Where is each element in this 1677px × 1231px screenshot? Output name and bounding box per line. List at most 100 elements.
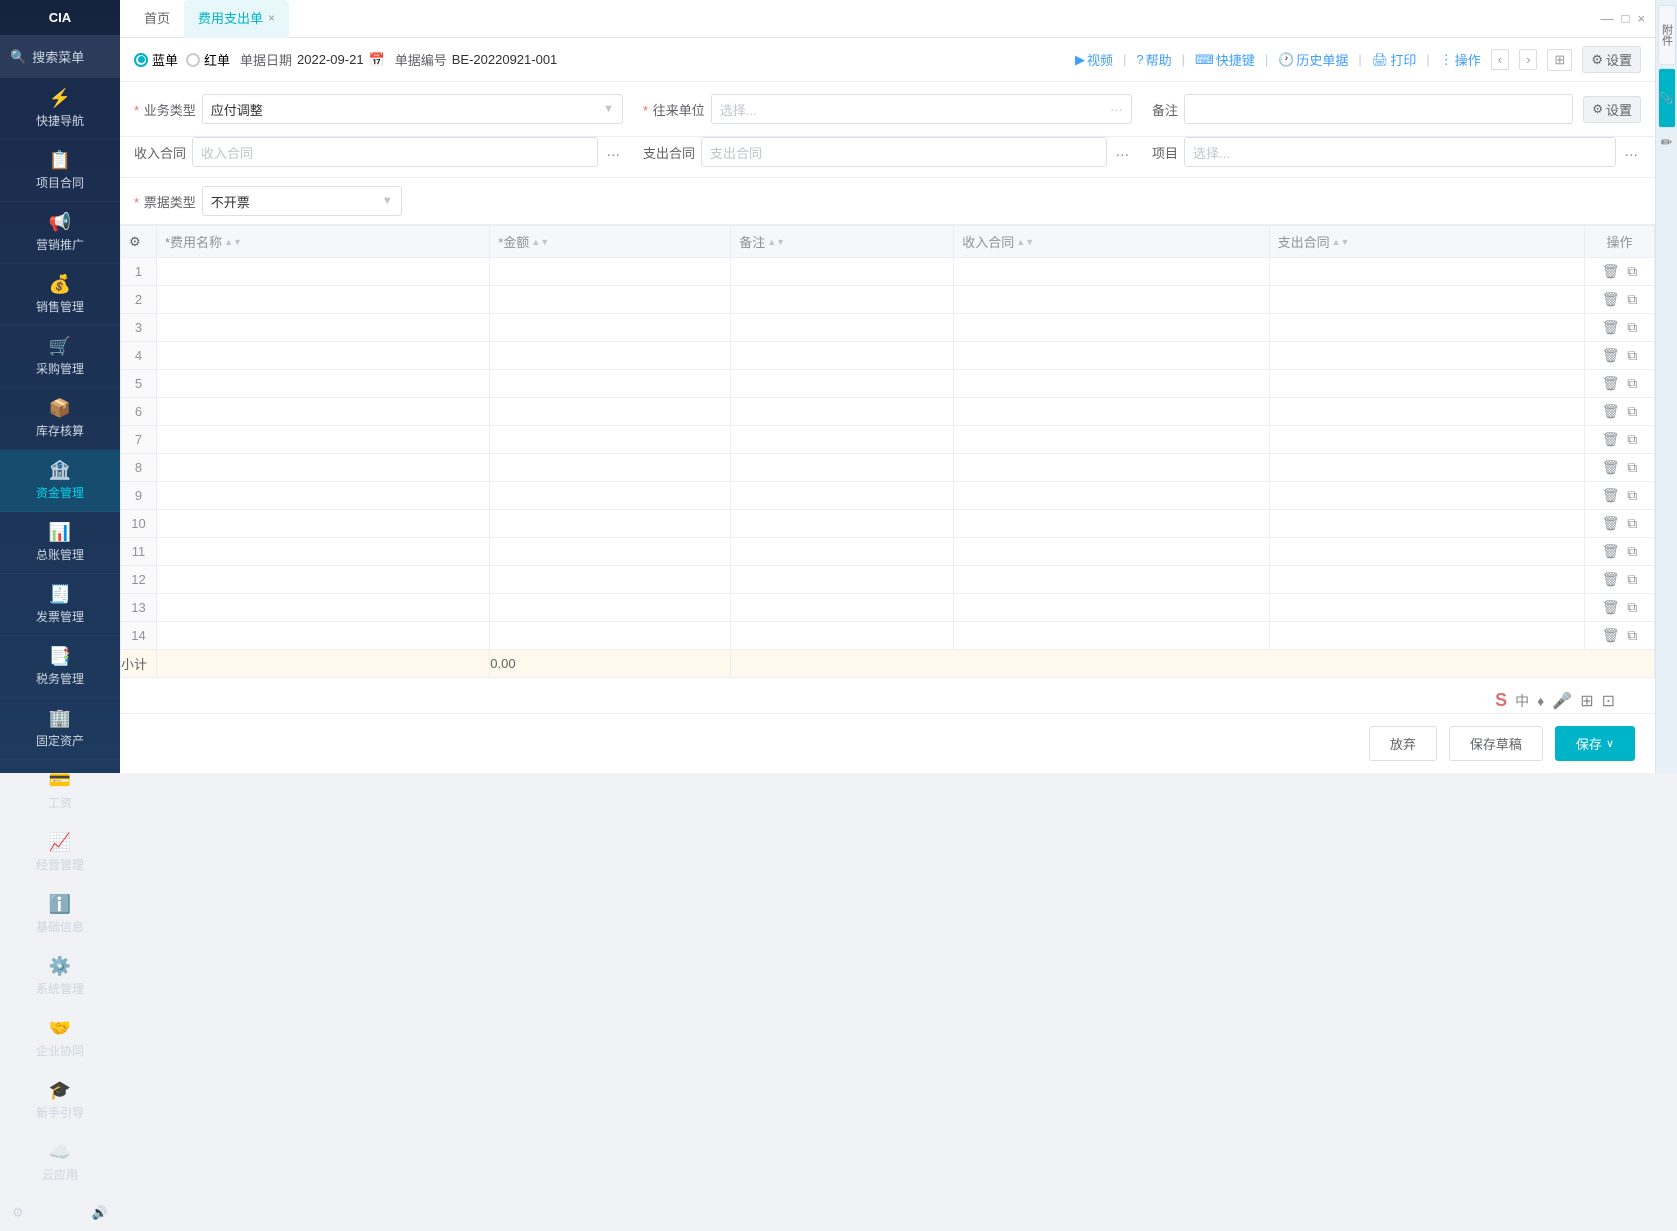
copy-row-button[interactable]: ⧉	[1625, 289, 1639, 310]
cell-remark[interactable]	[731, 258, 954, 286]
copy-row-button[interactable]: ⧉	[1625, 429, 1639, 450]
cell-amount[interactable]	[490, 510, 731, 538]
window-maximize-btn[interactable]: □	[1622, 11, 1630, 26]
copy-row-button[interactable]: ⧉	[1625, 373, 1639, 394]
cell-amount[interactable]	[490, 594, 731, 622]
cell-expense-contract[interactable]	[1269, 594, 1584, 622]
cell-expense-name[interactable]	[157, 286, 490, 314]
sidebar-item-sys-mgmt[interactable]: ⚙️ 系统管理	[0, 946, 120, 1008]
cell-income-contract[interactable]	[954, 594, 1269, 622]
sidebar-item-inventory[interactable]: 📦 库存核算	[0, 388, 120, 450]
th-income-contract[interactable]: 收入合同 ▲▼	[954, 226, 1269, 258]
tab-expense[interactable]: 费用支出单 ×	[184, 0, 289, 38]
cell-remark[interactable]	[731, 342, 954, 370]
cell-expense-contract[interactable]	[1269, 370, 1584, 398]
save-button[interactable]: 保存 ∨	[1555, 726, 1635, 761]
sidebar-item-sales[interactable]: 💰 销售管理	[0, 264, 120, 326]
cell-income-contract[interactable]	[954, 314, 1269, 342]
cell-remark[interactable]	[731, 622, 954, 650]
delete-row-button[interactable]: 🗑	[1600, 513, 1622, 534]
copy-row-button[interactable]: ⧉	[1625, 401, 1639, 422]
sidebar-item-tax[interactable]: 📑 税务管理	[0, 636, 120, 698]
cell-expense-contract[interactable]	[1269, 258, 1584, 286]
copy-row-button[interactable]: ⧉	[1625, 261, 1639, 282]
th-amount[interactable]: *金额 ▲▼	[490, 226, 731, 258]
th-expense-contract[interactable]: 支出合同 ▲▼	[1269, 226, 1584, 258]
copy-row-button[interactable]: ⧉	[1625, 457, 1639, 478]
cell-remark[interactable]	[731, 482, 954, 510]
cell-remark[interactable]	[731, 566, 954, 594]
delete-row-button[interactable]: 🗑	[1600, 597, 1622, 618]
copy-row-button[interactable]: ⧉	[1625, 597, 1639, 618]
expense-contract-select[interactable]: 支出合同	[701, 137, 1107, 167]
sidebar-search[interactable]: 🔍 搜索菜单	[0, 35, 120, 78]
sidebar-item-purchase[interactable]: 🛒 采购管理	[0, 326, 120, 388]
volume-icon[interactable]: 🔊	[92, 1205, 108, 1221]
delete-row-button[interactable]: 🗑	[1600, 261, 1622, 282]
expense-contract-dots[interactable]: ...	[1113, 143, 1132, 161]
cell-expense-contract[interactable]	[1269, 538, 1584, 566]
cell-expense-contract[interactable]	[1269, 622, 1584, 650]
window-minimize-btn[interactable]: —	[1601, 11, 1614, 26]
remark-input[interactable]	[1184, 94, 1573, 124]
settings-icon[interactable]: ⚙	[12, 1205, 24, 1221]
remark-settings-btn[interactable]: ⚙ 设置	[1583, 96, 1641, 123]
sidebar-item-basic-info[interactable]: ℹ️ 基础信息	[0, 884, 120, 946]
save-draft-button[interactable]: 保存草稿	[1449, 726, 1543, 761]
cell-expense-contract[interactable]	[1269, 342, 1584, 370]
delete-row-button[interactable]: 🗑	[1600, 289, 1622, 310]
action-operations[interactable]: ⋮ 操作	[1440, 50, 1481, 69]
cell-remark[interactable]	[731, 426, 954, 454]
invoice-type-select[interactable]: 不开票 ▼	[202, 186, 402, 216]
cell-expense-contract[interactable]	[1269, 398, 1584, 426]
cell-expense-contract[interactable]	[1269, 510, 1584, 538]
copy-row-button[interactable]: ⧉	[1625, 345, 1639, 366]
copy-row-button[interactable]: ⧉	[1625, 541, 1639, 562]
settings-button[interactable]: ⚙ 设置	[1582, 46, 1641, 73]
nav-next-btn[interactable]: ›	[1519, 49, 1537, 70]
cell-remark[interactable]	[731, 594, 954, 622]
cell-amount[interactable]	[490, 538, 731, 566]
copy-row-button[interactable]: ⧉	[1625, 513, 1639, 534]
tab-close-icon[interactable]: ×	[268, 11, 275, 25]
window-close-btn[interactable]: ×	[1637, 11, 1645, 26]
number-value[interactable]: BE-20220921-001	[452, 52, 558, 67]
cell-income-contract[interactable]	[954, 454, 1269, 482]
delete-row-button[interactable]: 🗑	[1600, 401, 1622, 422]
cell-expense-name[interactable]	[157, 622, 490, 650]
delete-row-button[interactable]: 🗑	[1600, 569, 1622, 590]
cell-amount[interactable]	[490, 370, 731, 398]
delete-row-button[interactable]: 🗑	[1600, 457, 1622, 478]
th-expense-name[interactable]: *费用名称 ▲▼	[157, 226, 490, 258]
cell-expense-name[interactable]	[157, 566, 490, 594]
cell-remark[interactable]	[731, 314, 954, 342]
cell-amount[interactable]	[490, 314, 731, 342]
cell-income-contract[interactable]	[954, 286, 1269, 314]
cell-expense-name[interactable]	[157, 342, 490, 370]
right-tab-icon1[interactable]: ✏	[1661, 134, 1673, 151]
sidebar-item-quick-nav[interactable]: ⚡ 快捷导航	[0, 78, 120, 140]
cell-expense-name[interactable]	[157, 594, 490, 622]
cell-expense-contract[interactable]	[1269, 314, 1584, 342]
cell-remark[interactable]	[731, 370, 954, 398]
cell-expense-name[interactable]	[157, 482, 490, 510]
income-contract-dots[interactable]: ...	[604, 143, 623, 161]
cell-income-contract[interactable]	[954, 566, 1269, 594]
cell-expense-contract[interactable]	[1269, 566, 1584, 594]
cell-income-contract[interactable]	[954, 482, 1269, 510]
business-type-select[interactable]: 应付调整 ▼	[202, 94, 623, 124]
cell-expense-name[interactable]	[157, 370, 490, 398]
delete-row-button[interactable]: 🗑	[1600, 625, 1622, 646]
project-select[interactable]: 选择...	[1184, 137, 1616, 167]
partner-select[interactable]: 选择... ···	[711, 94, 1132, 124]
action-history[interactable]: 🕐 历史单据	[1278, 50, 1348, 69]
cell-expense-contract[interactable]	[1269, 426, 1584, 454]
cell-amount[interactable]	[490, 398, 731, 426]
cell-amount[interactable]	[490, 258, 731, 286]
cell-expense-contract[interactable]	[1269, 286, 1584, 314]
gear-icon[interactable]: ⚙	[129, 234, 141, 249]
sidebar-item-fixed-assets[interactable]: 🏢 固定资产	[0, 698, 120, 760]
copy-row-button[interactable]: ⧉	[1625, 625, 1639, 646]
cell-amount[interactable]	[490, 342, 731, 370]
sidebar-item-invoice[interactable]: 🧾 发票管理	[0, 574, 120, 636]
